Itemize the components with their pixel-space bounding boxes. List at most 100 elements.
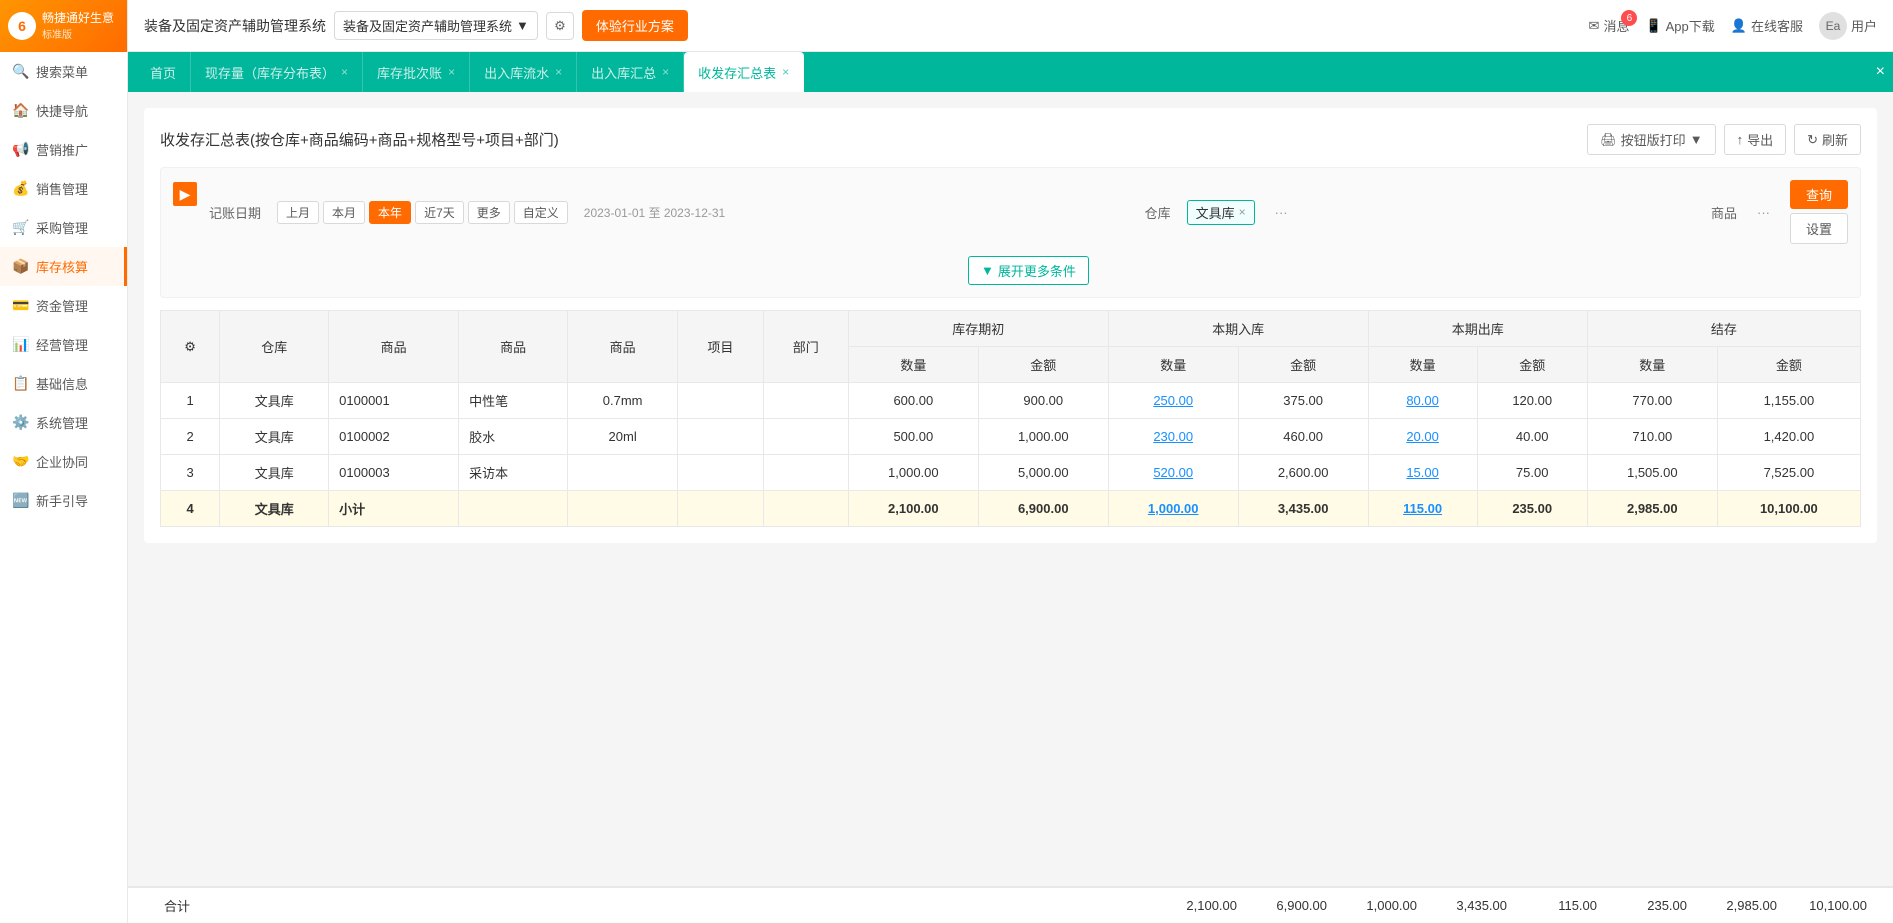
sidebar-item-search[interactable]: 🔍 搜索菜单	[0, 52, 127, 91]
sidebar-item-inventory[interactable]: 📦 库存核算	[0, 247, 127, 286]
date-7days-btn[interactable]: 近7天	[415, 201, 464, 224]
subtotal-empty4	[763, 491, 848, 527]
system-name: 装备及固定资产辅助管理系统	[144, 16, 326, 36]
warehouse-tag-remove[interactable]: ×	[1239, 205, 1246, 219]
app-title: 畅捷通好生意	[42, 11, 114, 27]
export-button[interactable]: ↑ 导出	[1724, 124, 1787, 155]
row-out-amt: 40.00	[1477, 419, 1587, 455]
system-dropdown[interactable]: 装备及固定资产辅助管理系统 ▼	[334, 11, 538, 40]
tabbar-close-button[interactable]: ×	[1876, 63, 1885, 81]
message-button[interactable]: ✉ 消息 6	[1589, 16, 1630, 35]
online-service-button[interactable]: 👤 在线客服	[1731, 16, 1803, 35]
row-out-amt: 75.00	[1477, 455, 1587, 491]
app-logo: 6	[8, 12, 36, 40]
subtotal-in-amt: 3,435.00	[1238, 491, 1368, 527]
date-custom-btn[interactable]: 自定义	[514, 201, 568, 224]
total-balance-qty: 2,985.00	[1697, 898, 1787, 913]
subtotal-out-qty[interactable]: 115.00	[1368, 491, 1477, 527]
try-solution-button[interactable]: 体验行业方案	[582, 10, 688, 41]
date-more-btn[interactable]: 更多	[468, 201, 510, 224]
settings-gear-button[interactable]: ⚙	[546, 12, 574, 40]
tab-close-icon[interactable]: ×	[555, 65, 562, 79]
row-opening-qty: 1,000.00	[848, 455, 978, 491]
th-goods-name: 商品	[459, 311, 568, 383]
message-icon: ✉	[1589, 18, 1600, 34]
sidebar-item-system[interactable]: ⚙️ 系统管理	[0, 403, 127, 442]
tab-inout-flow[interactable]: 出入库流水 ×	[470, 52, 577, 92]
expand-conditions-button[interactable]: ▼ 展开更多条件	[968, 256, 1089, 285]
topbar-right: ✉ 消息 6 📱 App下载 👤 在线客服 Ea 用户	[1589, 12, 1877, 40]
sidebar-item-purchase[interactable]: 🛒 采购管理	[0, 208, 127, 247]
filter-bar: ▶ 记账日期 上月 本月 本年 近7天 更多 自定义 2023-01-01 至 …	[160, 167, 1861, 298]
subtotal-in-qty[interactable]: 1,000.00	[1108, 491, 1238, 527]
row-goods-spec: 0.7mm	[568, 383, 678, 419]
app-download-button[interactable]: 📱 App下载	[1645, 16, 1714, 35]
total-balance-amt: 10,100.00	[1787, 898, 1877, 913]
money-icon: 💰	[12, 180, 28, 197]
service-icon: 👤	[1731, 18, 1747, 34]
tab-close-icon[interactable]: ×	[662, 65, 669, 79]
sidebar-item-finance[interactable]: 💳 资金管理	[0, 286, 127, 325]
total-out-amt: 235.00	[1607, 898, 1697, 913]
date-shortcuts: 上月 本月 本年 近7天 更多 自定义	[277, 201, 568, 224]
chart-icon: 📊	[12, 336, 28, 353]
subtotal-empty1	[459, 491, 568, 527]
total-label: 合计	[144, 896, 190, 915]
filter-toggle-button[interactable]: ▶	[173, 182, 197, 206]
th-settings: ⚙	[161, 311, 220, 383]
subtotal-label: 小计	[329, 491, 459, 527]
tab-close-icon[interactable]: ×	[341, 65, 348, 79]
user-menu-button[interactable]: Ea 用户	[1819, 12, 1877, 40]
query-button[interactable]: 查询	[1790, 180, 1848, 209]
row-out-qty[interactable]: 15.00	[1368, 455, 1477, 491]
sidebar-item-sales[interactable]: 💰 销售管理	[0, 169, 127, 208]
date-this-year-btn[interactable]: 本年	[369, 201, 411, 224]
row-in-qty[interactable]: 230.00	[1108, 419, 1238, 455]
tab-close-icon[interactable]: ×	[448, 65, 455, 79]
sidebar-item-guide[interactable]: 🆕 新手引导	[0, 481, 127, 520]
warehouse-more-button[interactable]: ···	[1271, 205, 1292, 220]
tab-batch[interactable]: 库存批次账 ×	[363, 52, 470, 92]
sidebar-item-label: 资金管理	[36, 296, 88, 315]
date-this-month-btn[interactable]: 本月	[323, 201, 365, 224]
tab-close-icon[interactable]: ×	[782, 65, 789, 79]
th-in-qty: 数量	[1108, 347, 1238, 383]
topbar: 装备及固定资产辅助管理系统 装备及固定资产辅助管理系统 ▼ ⚙ 体验行业方案 ✉…	[128, 0, 1893, 52]
sidebar-item-base-info[interactable]: 📋 基础信息	[0, 364, 127, 403]
row-out-qty[interactable]: 80.00	[1368, 383, 1477, 419]
tab-receive-summary[interactable]: 收发存汇总表 ×	[684, 52, 804, 92]
row-balance-qty: 1,505.00	[1587, 455, 1717, 491]
row-goods-code: 0100002	[329, 419, 459, 455]
app-download-label: App下载	[1666, 16, 1715, 35]
tab-inventory-dist[interactable]: 现存量（库存分布表） ×	[191, 52, 363, 92]
row-project	[678, 383, 763, 419]
row-opening-amt: 1,000.00	[978, 419, 1108, 455]
export-label: 导出	[1747, 130, 1773, 149]
column-settings-button[interactable]: 设置	[1790, 213, 1848, 244]
warehouse-tag: 文具库 ×	[1187, 200, 1255, 225]
tab-home[interactable]: 首页	[136, 52, 191, 92]
sidebar-item-quick-nav[interactable]: 🏠 快捷导航	[0, 91, 127, 130]
page-card: 收发存汇总表(按仓库+商品编码+商品+规格型号+项目+部门) 🖨 按钮版打印 ▼…	[144, 108, 1877, 543]
print-button[interactable]: 🖨 按钮版打印 ▼	[1587, 124, 1715, 155]
date-filter-label: 记账日期	[209, 203, 261, 222]
tab-label: 库存批次账	[377, 63, 442, 82]
sidebar-menu: 🔍 搜索菜单 🏠 快捷导航 📢 营销推广 💰 销售管理 🛒 采购管理 📦 库存核…	[0, 52, 127, 923]
date-last-month-btn[interactable]: 上月	[277, 201, 319, 224]
goods-more-button[interactable]: ···	[1753, 205, 1774, 220]
total-opening-qty: 2,100.00	[1157, 898, 1247, 913]
export-icon: ↑	[1737, 132, 1744, 147]
row-balance-amt: 7,525.00	[1717, 455, 1860, 491]
row-in-qty[interactable]: 250.00	[1108, 383, 1238, 419]
row-department	[763, 383, 848, 419]
sidebar-item-enterprise[interactable]: 🤝 企业协同	[0, 442, 127, 481]
subtotal-empty2	[568, 491, 678, 527]
row-out-qty[interactable]: 20.00	[1368, 419, 1477, 455]
subtotal-balance-amt: 10,100.00	[1717, 491, 1860, 527]
refresh-button[interactable]: ↻ 刷新	[1794, 124, 1861, 155]
subtotal-balance-qty: 2,985.00	[1587, 491, 1717, 527]
sidebar-item-operations[interactable]: 📊 经营管理	[0, 325, 127, 364]
tab-inout-summary[interactable]: 出入库汇总 ×	[577, 52, 684, 92]
row-in-qty[interactable]: 520.00	[1108, 455, 1238, 491]
sidebar-item-marketing[interactable]: 📢 营销推广	[0, 130, 127, 169]
